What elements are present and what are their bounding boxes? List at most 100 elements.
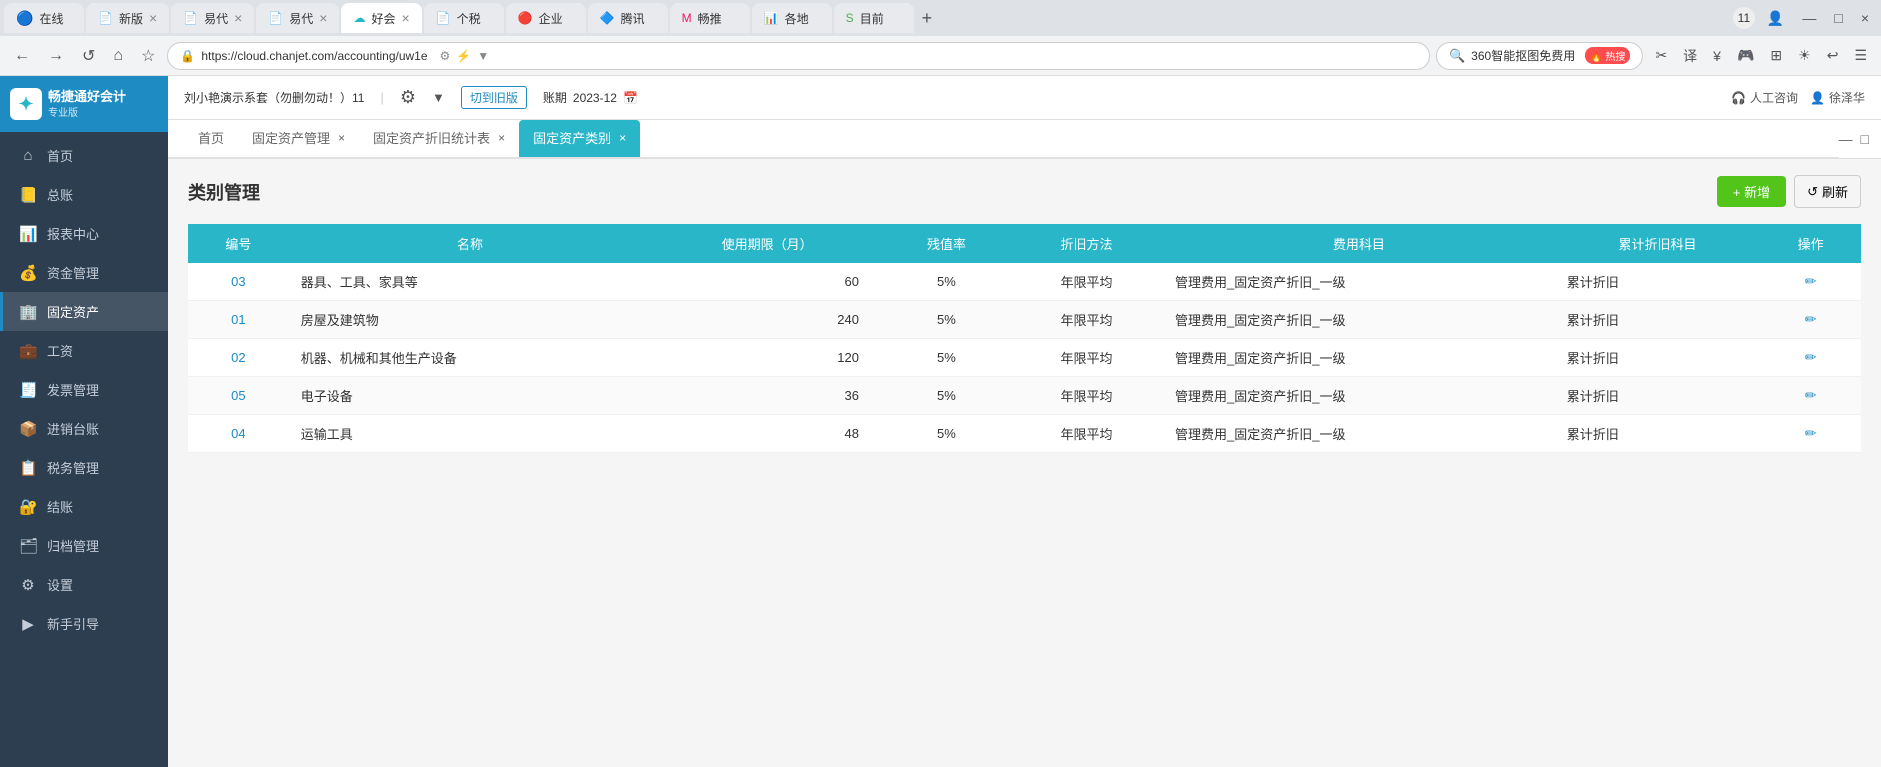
sidebar-item-general-ledger[interactable]: 📒 总账 — [0, 175, 168, 214]
edit-button-1[interactable]: ✏ — [1805, 311, 1817, 328]
browser-tab-zaixian[interactable]: 🔵 在线 — [4, 3, 84, 33]
tab-maximize-button[interactable]: □ — [1861, 131, 1869, 147]
tab-fixed-assets-depreciation[interactable]: 固定资产折旧统计表 × — [359, 120, 519, 157]
cell-months: 240 — [651, 301, 883, 339]
cell-expense-account: 管理费用_固定资产折旧_一级 — [1163, 377, 1555, 415]
browser-tab-geshuijiance[interactable]: 📄 个税 — [424, 3, 504, 33]
reports-icon: 📊 — [19, 225, 37, 243]
scissors-tool[interactable]: ✂ — [1649, 43, 1673, 68]
address-bar[interactable]: 🔒 https://cloud.chanjet.com/accounting/u… — [167, 42, 1430, 70]
cell-expense-account: 管理费用_固定资产折旧_一级 — [1163, 263, 1555, 301]
new-tab-button[interactable]: + — [916, 6, 939, 31]
profile-button[interactable]: 👤 — [1759, 6, 1792, 31]
undo-tool[interactable]: ↩ — [1821, 43, 1845, 68]
period-value: 2023-12 — [573, 91, 617, 105]
close-button[interactable]: × — [1853, 6, 1877, 30]
add-button[interactable]: + 新增 — [1717, 176, 1786, 207]
maximize-button[interactable]: □ — [1826, 6, 1850, 30]
sidebar-item-guide[interactable]: ▶ 新手引导 — [0, 604, 168, 643]
invoice-icon: 🧾 — [19, 381, 37, 399]
settings-icon: ⚙ — [19, 576, 37, 594]
sidebar-item-salary[interactable]: 💼 工资 — [0, 331, 168, 370]
cell-method: 年限平均 — [1010, 415, 1163, 453]
tab-home[interactable]: 首页 — [184, 120, 238, 157]
tab-minimize-button[interactable]: — — [1839, 131, 1853, 147]
cell-depreciation-account: 累计折旧 — [1555, 339, 1760, 377]
cell-actions: ✏ — [1760, 339, 1861, 377]
tab-close-yidai2[interactable]: × — [319, 10, 327, 26]
edit-button-0[interactable]: ✏ — [1805, 273, 1817, 290]
browser-tab-yidai2[interactable]: 📄 易代 × — [256, 3, 339, 33]
cell-code: 01 — [188, 301, 289, 339]
edit-button-4[interactable]: ✏ — [1805, 425, 1817, 442]
user-dropdown-arrow[interactable]: ▼ — [432, 90, 445, 105]
coin-tool[interactable]: ¥ — [1707, 44, 1727, 68]
page-actions: + 新增 ↺ 刷新 — [1717, 175, 1861, 208]
minimize-button[interactable]: — — [1794, 6, 1824, 30]
brightness-tool[interactable]: ☀ — [1792, 43, 1817, 68]
period-label: 账期 — [543, 89, 567, 106]
bookmark-button[interactable]: ☆ — [135, 42, 161, 70]
cell-name: 机器、机械和其他生产设备 — [289, 339, 652, 377]
reload-button[interactable]: ↺ — [76, 42, 101, 70]
browser-tab-yidai1[interactable]: 📄 易代 × — [171, 3, 254, 33]
th-actions: 操作 — [1760, 224, 1861, 263]
edit-button-3[interactable]: ✏ — [1805, 387, 1817, 404]
cell-expense-account: 管理费用_固定资产折旧_一级 — [1163, 301, 1555, 339]
user-avatar[interactable]: 👤 徐泽华 — [1810, 89, 1865, 106]
sidebar-label-reports: 报表中心 — [47, 224, 99, 243]
consult-button[interactable]: 🎧 人工咨询 — [1731, 89, 1798, 106]
sidebar-item-reports[interactable]: 📊 报表中心 — [0, 214, 168, 253]
grid-tool[interactable]: ⊞ — [1764, 43, 1788, 68]
sidebar-item-archive[interactable]: 🗂 归档管理 — [0, 526, 168, 565]
tab-close-category[interactable]: × — [619, 131, 626, 145]
browser-tab-xin[interactable]: 📄 新版 × — [86, 3, 169, 33]
tab-fixed-assets-cat-label: 固定资产类别 — [533, 128, 611, 147]
tab-close-fixed-assets-mgmt[interactable]: × — [338, 131, 345, 145]
sidebar-item-invoice[interactable]: 🧾 发票管理 — [0, 370, 168, 409]
yidai2-icon: 📄 — [268, 11, 283, 25]
browser-tab-gedi[interactable]: 📊 各地 — [752, 3, 832, 33]
tab-fixed-assets-mgmt-label: 固定资产管理 — [252, 128, 330, 147]
forward-button[interactable]: → — [42, 43, 70, 69]
tab-fixed-assets-mgmt[interactable]: 固定资产管理 × — [238, 120, 359, 157]
cell-months: 48 — [651, 415, 883, 453]
search-bar[interactable]: 🔍 360智能抠图免费用 🔥 热搜 — [1436, 42, 1643, 70]
settings-dropdown-button[interactable]: ⚙ — [400, 87, 416, 108]
cell-depreciation-account: 累计折旧 — [1555, 377, 1760, 415]
sidebar-item-fixed-assets[interactable]: 🏢 固定资产 — [0, 292, 168, 331]
browser-tab-tencent[interactable]: 🔷 腾讯 — [588, 3, 668, 33]
tab-close-haosuan[interactable]: × — [401, 10, 409, 26]
tab-fixed-assets-category[interactable]: 固定资产类别 × — [519, 120, 640, 157]
home-button[interactable]: ⌂ — [107, 43, 129, 69]
cell-method: 年限平均 — [1010, 377, 1163, 415]
sidebar-item-tax[interactable]: 📋 税务管理 — [0, 448, 168, 487]
browser-tab-haosuan[interactable]: ☁ 好会 × — [341, 3, 421, 33]
fixed-assets-icon: 🏢 — [19, 303, 37, 321]
sidebar-item-checkout[interactable]: 🔐 结账 — [0, 487, 168, 526]
browser-tab-changtui[interactable]: M 畅推 — [670, 3, 750, 33]
sidebar-item-inventory[interactable]: 📦 进销台账 — [0, 409, 168, 448]
sidebar-label-settings: 设置 — [47, 575, 73, 594]
sidebar-item-cash[interactable]: 💰 资金管理 — [0, 253, 168, 292]
switch-old-version-button[interactable]: 切到旧版 — [461, 86, 527, 109]
sidebar-item-settings[interactable]: ⚙ 设置 — [0, 565, 168, 604]
translate-tool[interactable]: 译 — [1677, 42, 1703, 70]
tab-close-yidai1[interactable]: × — [234, 10, 242, 26]
menu-button[interactable]: ☰ — [1848, 43, 1873, 68]
sidebar-item-home[interactable]: ⌂ 首页 — [0, 136, 168, 175]
refresh-button[interactable]: ↺ 刷新 — [1794, 175, 1861, 208]
tab-close-xin[interactable]: × — [149, 10, 157, 26]
sidebar-label-invoice: 发票管理 — [47, 380, 99, 399]
cell-name: 电子设备 — [289, 377, 652, 415]
edit-button-2[interactable]: ✏ — [1805, 349, 1817, 366]
cell-depreciation-account: 累计折旧 — [1555, 301, 1760, 339]
browser-tab-mubiao[interactable]: S 目前 — [834, 3, 914, 33]
tab-close-depreciation[interactable]: × — [498, 131, 505, 145]
back-button[interactable]: ← — [8, 43, 36, 69]
cell-actions: ✏ — [1760, 377, 1861, 415]
tab-fixed-assets-dep-label: 固定资产折旧统计表 — [373, 128, 490, 147]
tab-count-badge: 11 — [1733, 7, 1755, 29]
browser-tab-qiye[interactable]: 🔴 企业 — [506, 3, 586, 33]
game-tool[interactable]: 🎮 — [1731, 43, 1760, 68]
